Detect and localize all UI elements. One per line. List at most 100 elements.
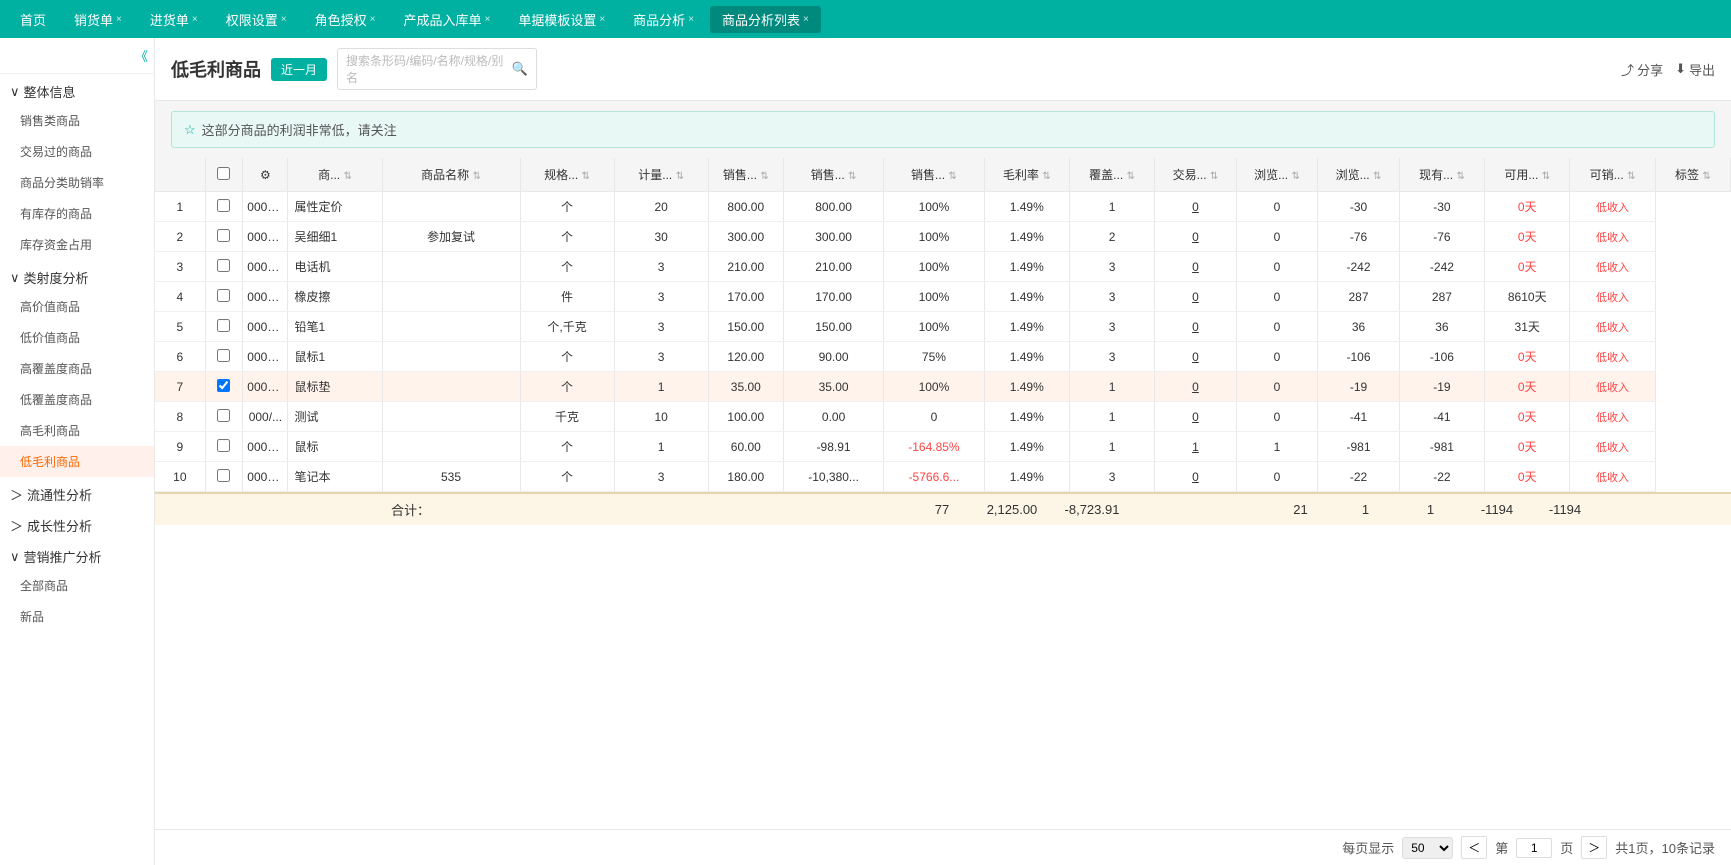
- sidebar-item-new-goods[interactable]: 新品: [0, 601, 154, 632]
- prev-page-btn[interactable]: ＜: [1461, 836, 1487, 859]
- cell-browse1[interactable]: 0: [1155, 222, 1237, 252]
- cell-check[interactable]: [205, 252, 243, 282]
- sidebar-group-marketing[interactable]: ∨ 营销推广分析: [0, 539, 154, 570]
- nav-product-analysis[interactable]: 商品分析 ×: [621, 6, 706, 33]
- nav-template-settings[interactable]: 单据模板设置 ×: [506, 6, 617, 33]
- nav-close-purchase-order[interactable]: ×: [192, 14, 198, 25]
- cell-browse1[interactable]: 0: [1155, 282, 1237, 312]
- cell-avail: -981: [1399, 432, 1484, 462]
- cell-browse1[interactable]: 1: [1155, 432, 1237, 462]
- nav-close-product-instock[interactable]: ×: [484, 14, 490, 25]
- share-button[interactable]: ⤴ 分享: [1621, 60, 1663, 79]
- row-checkbox[interactable]: [217, 349, 230, 362]
- next-page-btn[interactable]: ＞: [1581, 836, 1607, 859]
- page-input[interactable]: [1516, 838, 1552, 858]
- export-button[interactable]: ⬇ 导出: [1675, 60, 1715, 79]
- sidebar-item-low-profit[interactable]: 低毛利商品: [0, 446, 154, 477]
- th-avail[interactable]: 可用... ⇅: [1485, 158, 1570, 192]
- th-sales-qty[interactable]: 销售... ⇅: [708, 158, 783, 192]
- th-sales-price[interactable]: 销售... ⇅: [783, 158, 883, 192]
- nav-home[interactable]: 首页: [8, 6, 58, 33]
- th-tag[interactable]: 标签 ⇅: [1655, 158, 1730, 192]
- cell-browse1[interactable]: 0: [1155, 312, 1237, 342]
- sidebar-group-growth[interactable]: ＞ 成长性分析: [0, 508, 154, 539]
- sidebar-item-traded-goods[interactable]: 交易过的商品: [0, 136, 154, 167]
- cell-check[interactable]: [205, 222, 243, 252]
- nav-close-permission[interactable]: ×: [281, 14, 287, 25]
- row-checkbox[interactable]: [217, 439, 230, 452]
- nav-close-role-auth[interactable]: ×: [370, 14, 376, 25]
- row-checkbox[interactable]: [217, 229, 230, 242]
- th-profit-rate[interactable]: 毛利率 ⇅: [984, 158, 1069, 192]
- sidebar-item-high-coverage[interactable]: 高覆盖度商品: [0, 353, 154, 384]
- cell-check[interactable]: [205, 192, 243, 222]
- row-checkbox[interactable]: [217, 259, 230, 272]
- nav-close-product-analysis[interactable]: ×: [688, 14, 694, 25]
- row-checkbox[interactable]: [217, 289, 230, 302]
- sidebar-item-stock-capital[interactable]: 库存资金占用: [0, 229, 154, 260]
- nav-permission-settings[interactable]: 权限设置 ×: [214, 6, 299, 33]
- collapse-icon[interactable]: 《: [135, 46, 148, 65]
- th-sellable[interactable]: 可销... ⇅: [1570, 158, 1655, 192]
- th-code[interactable]: 商... ⇅: [288, 158, 382, 192]
- sidebar-group-overall[interactable]: ∨ 整体信息: [0, 74, 154, 105]
- cell-browse1[interactable]: 0: [1155, 342, 1237, 372]
- row-checkbox[interactable]: [217, 199, 230, 212]
- cell-sales-amt: 90.00: [783, 342, 883, 372]
- cell-browse1[interactable]: 0: [1155, 372, 1237, 402]
- sidebar-item-category-rate[interactable]: 商品分类助销率: [0, 167, 154, 198]
- nav-close-sales-order[interactable]: ×: [116, 14, 122, 25]
- nav-product-analysis-list[interactable]: 商品分析列表 ×: [710, 6, 821, 33]
- search-box[interactable]: 搜索条形码/编码/名称/规格/别名 🔍: [337, 48, 537, 90]
- row-checkbox[interactable]: [217, 409, 230, 422]
- cell-check[interactable]: [205, 342, 243, 372]
- nav-sales-order[interactable]: 销货单 ×: [62, 6, 134, 33]
- nav-role-auth[interactable]: 角色授权 ×: [303, 6, 388, 33]
- sidebar-item-low-value[interactable]: 低价值商品: [0, 322, 154, 353]
- sidebar-group-liquidity[interactable]: ＞ 流通性分析: [0, 477, 154, 508]
- cell-browse1[interactable]: 0: [1155, 402, 1237, 432]
- th-setting[interactable]: ⚙: [243, 158, 288, 192]
- cell-check[interactable]: [205, 432, 243, 462]
- cell-browse1[interactable]: 0: [1155, 462, 1237, 492]
- th-browse2[interactable]: 浏览... ⇅: [1318, 158, 1400, 192]
- th-spec[interactable]: 规格... ⇅: [520, 158, 614, 192]
- th-name[interactable]: 商品名称 ⇅: [382, 158, 520, 192]
- cell-check[interactable]: [205, 462, 243, 492]
- cell-check[interactable]: [205, 282, 243, 312]
- sidebar-item-low-coverage[interactable]: 低覆盖度商品: [0, 384, 154, 415]
- sidebar-item-high-profit[interactable]: 高毛利商品: [0, 415, 154, 446]
- header-actions: ⤴ 分享 ⬇ 导出: [1621, 60, 1715, 79]
- search-icon[interactable]: 🔍: [512, 61, 528, 77]
- sidebar-item-high-value[interactable]: 高价值商品: [0, 291, 154, 322]
- sidebar-group-analysis[interactable]: ∨ 类射度分析: [0, 260, 154, 291]
- main-layout: 《 ∨ 整体信息 销售类商品 交易过的商品 商品分类助销率 有库存的商品 库存资…: [0, 38, 1731, 865]
- nav-close-analysis-list[interactable]: ×: [803, 14, 809, 25]
- per-page-select[interactable]: 50 20 100 200: [1402, 837, 1453, 859]
- th-browse1[interactable]: 浏览... ⇅: [1236, 158, 1318, 192]
- row-checkbox[interactable]: [217, 469, 230, 482]
- cell-browse1[interactable]: 0: [1155, 192, 1237, 222]
- th-unit[interactable]: 计量... ⇅: [614, 158, 708, 192]
- period-button[interactable]: 近一月: [271, 58, 327, 81]
- th-stock[interactable]: 现有... ⇅: [1399, 158, 1484, 192]
- th-sales-amt[interactable]: 销售... ⇅: [884, 158, 984, 192]
- nav-close-template[interactable]: ×: [599, 14, 605, 25]
- th-cover-rate[interactable]: 覆盖... ⇅: [1069, 158, 1154, 192]
- sidebar-collapse-btn[interactable]: 《: [0, 38, 154, 74]
- nav-product-instock[interactable]: 产成品入库单 ×: [391, 6, 502, 33]
- cell-check[interactable]: [205, 312, 243, 342]
- sidebar-item-sales-goods[interactable]: 销售类商品: [0, 105, 154, 136]
- th-trans[interactable]: 交易... ⇅: [1155, 158, 1237, 192]
- sidebar-item-stock-goods[interactable]: 有库存的商品: [0, 198, 154, 229]
- check-all[interactable]: [217, 167, 230, 180]
- row-checkbox[interactable]: [217, 319, 230, 332]
- cell-browse1[interactable]: 0: [1155, 252, 1237, 282]
- nav-purchase-order[interactable]: 进货单 ×: [138, 6, 210, 33]
- row-checkbox[interactable]: [217, 379, 230, 392]
- cell-check[interactable]: [205, 402, 243, 432]
- cell-cover-rate: 1.49%: [984, 282, 1069, 312]
- sidebar: 《 ∨ 整体信息 销售类商品 交易过的商品 商品分类助销率 有库存的商品 库存资…: [0, 38, 155, 865]
- cell-check[interactable]: [205, 372, 243, 402]
- sidebar-item-all-goods[interactable]: 全部商品: [0, 570, 154, 601]
